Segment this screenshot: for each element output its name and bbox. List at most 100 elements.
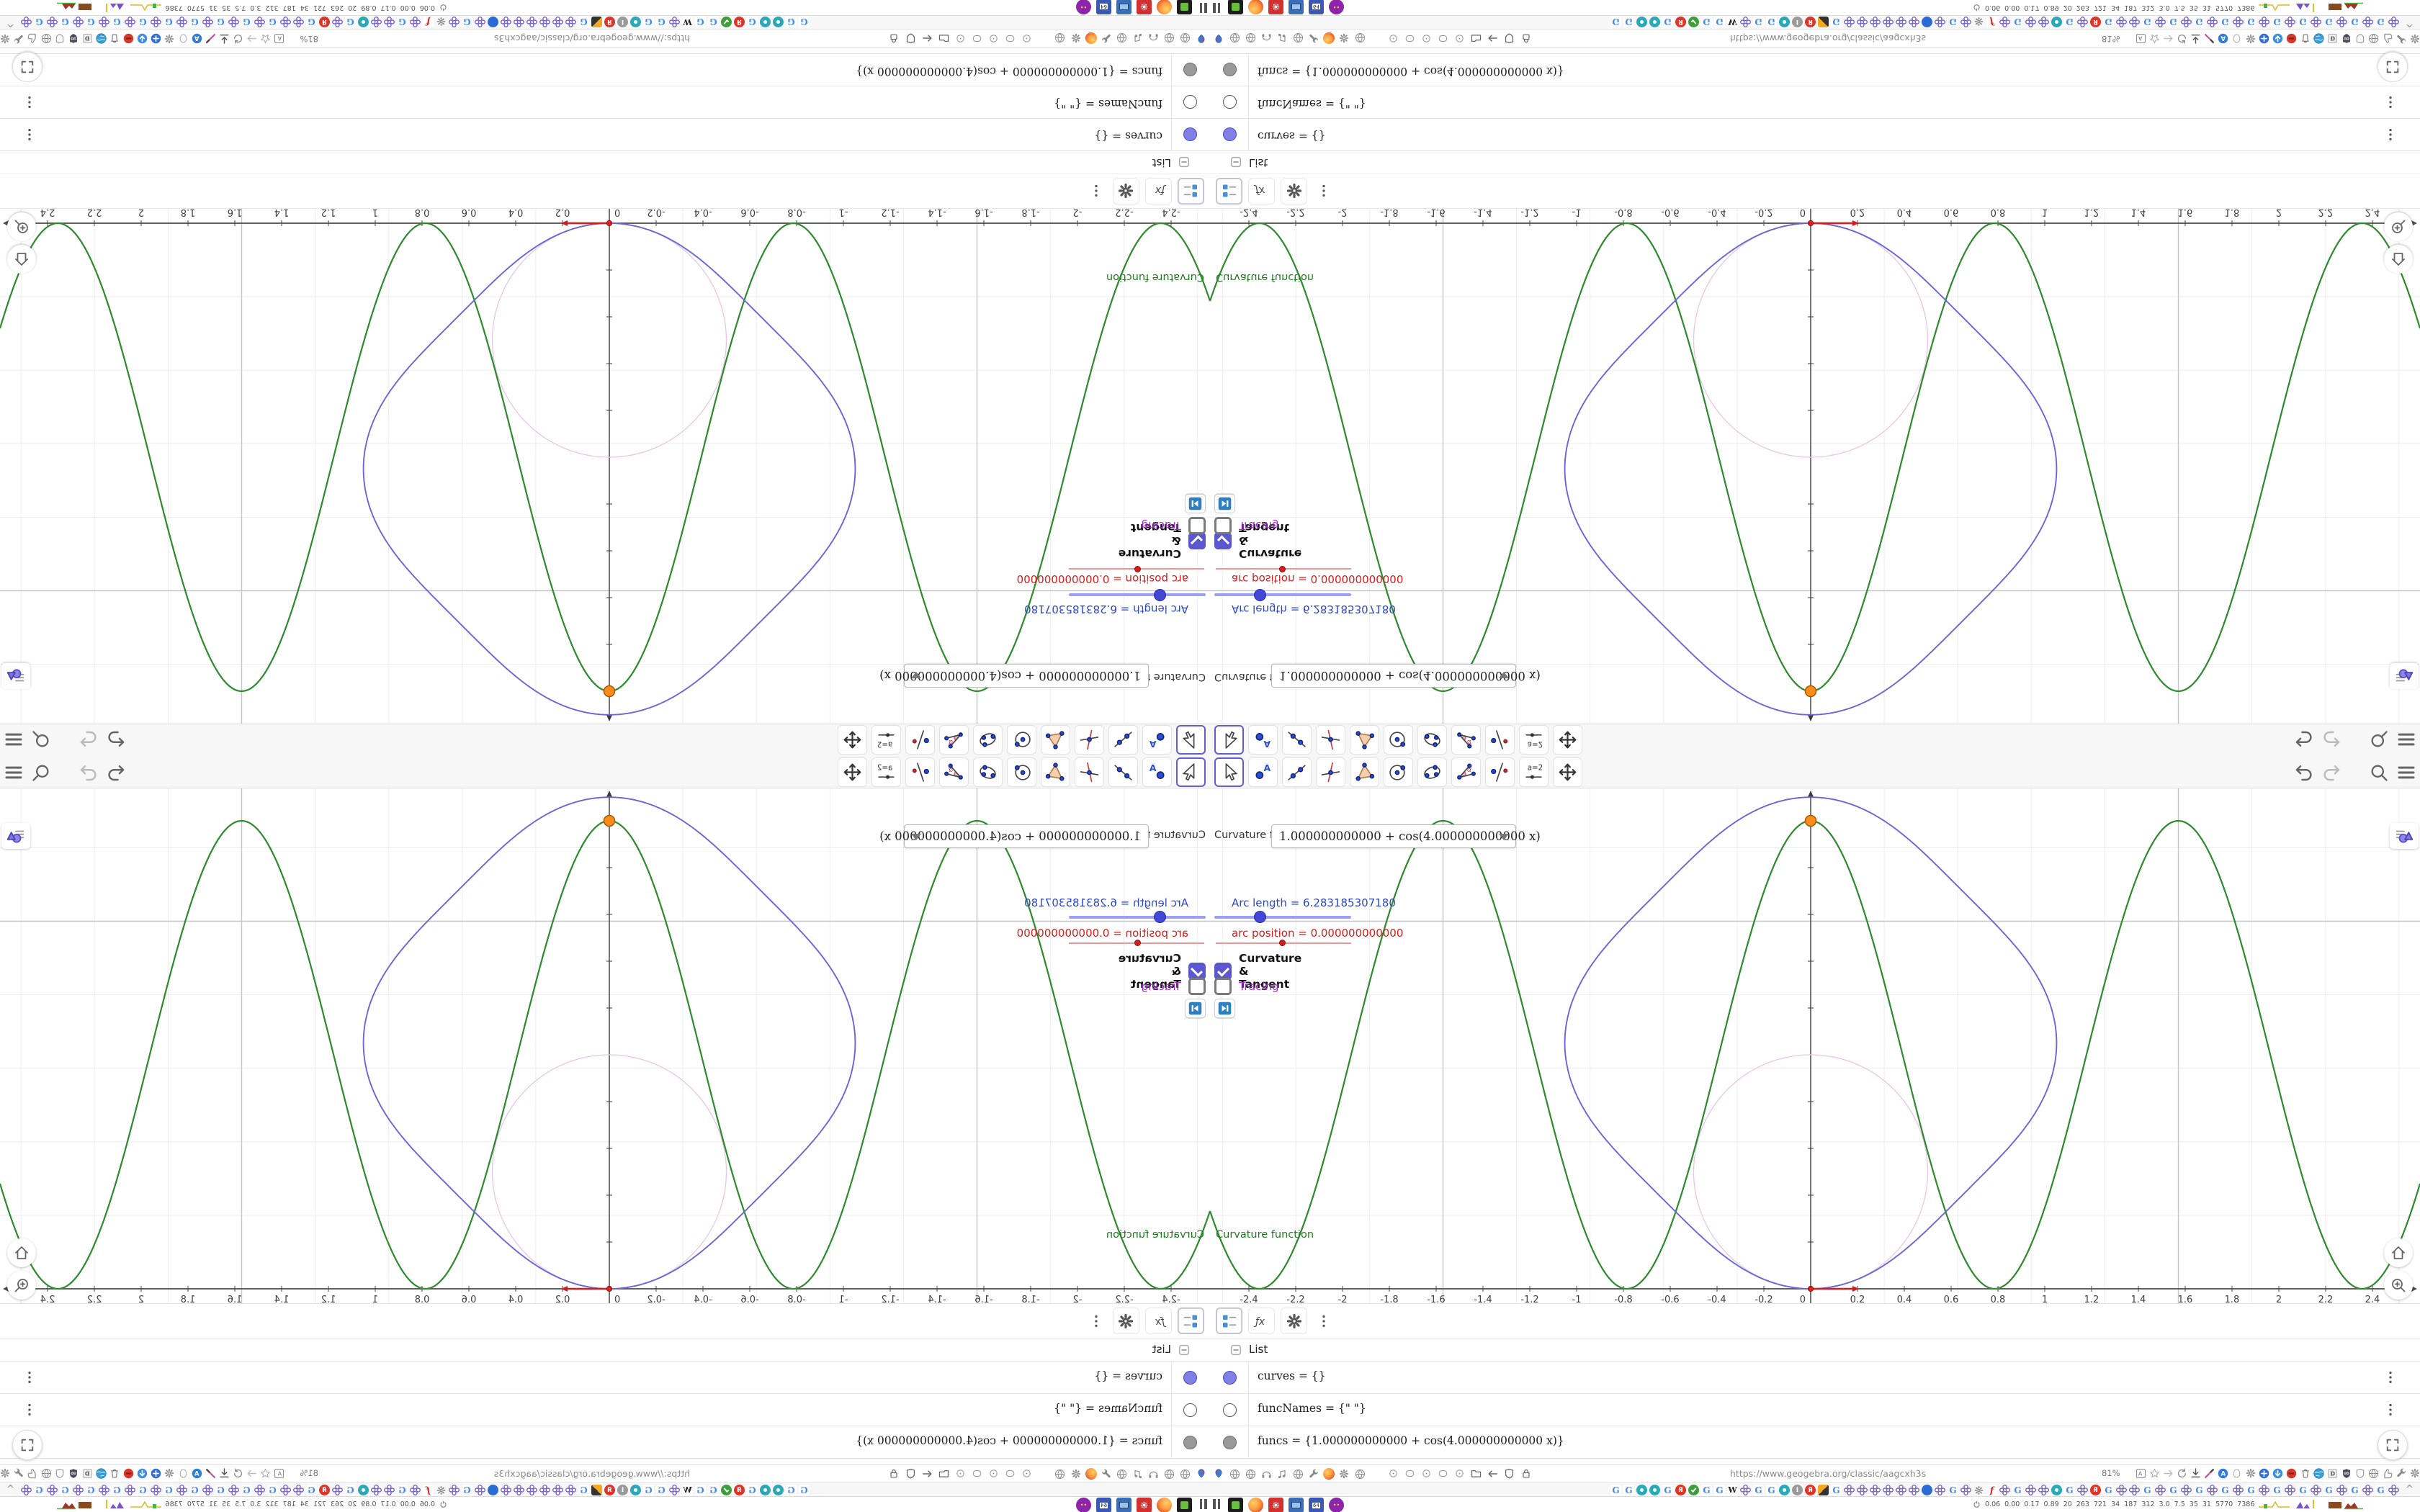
tab-favicon-ggb[interactable] xyxy=(2129,1485,2140,1495)
tab-favicon-google[interactable]: G xyxy=(2298,17,2308,27)
tab-favicon-google[interactable]: G xyxy=(643,17,654,27)
circle-dot-icon[interactable] xyxy=(1021,32,1033,45)
row-menu-kebab-icon[interactable] xyxy=(22,1402,37,1418)
shield-icon[interactable] xyxy=(905,32,917,45)
tab-favicon-google[interactable]: G xyxy=(1753,1485,1764,1495)
download-icon[interactable] xyxy=(218,1467,230,1480)
plus-blue-icon[interactable] xyxy=(150,1467,162,1480)
tab-favicon-red-f[interactable]: f xyxy=(1986,17,1997,27)
visibility-toggle[interactable] xyxy=(1223,1371,1237,1385)
arc-position-slider[interactable] xyxy=(1069,566,1204,572)
arc-length-slider[interactable] xyxy=(1069,911,1206,923)
tab-favicon-ggb[interactable] xyxy=(514,1485,524,1495)
tool-line-button[interactable] xyxy=(1108,757,1138,787)
tool-circle-button[interactable] xyxy=(1384,757,1413,787)
tab-favicon-teal[interactable] xyxy=(1649,17,1660,27)
tab-favicon-ggb[interactable] xyxy=(125,17,135,27)
trash-icon[interactable] xyxy=(109,32,121,45)
reload-icon[interactable] xyxy=(232,1467,244,1480)
more-options-button[interactable] xyxy=(1313,178,1335,204)
tab-favicon-ggb[interactable] xyxy=(2038,1485,2049,1495)
tab-favicon-ggb[interactable] xyxy=(2077,17,2088,27)
tab-favicon-red-f[interactable]: f xyxy=(423,17,434,27)
app-icon-firefox-app[interactable] xyxy=(1248,0,1263,14)
menu-icon[interactable] xyxy=(2396,762,2417,783)
collapse-group-button[interactable] xyxy=(1229,156,1242,168)
tab-favicon-teal[interactable] xyxy=(2051,17,2062,27)
tab-favicon-teal[interactable] xyxy=(358,1485,369,1495)
app-icon-floppy64[interactable]: 64 xyxy=(1309,0,1324,14)
sort-by-type-button[interactable] xyxy=(1216,1308,1242,1334)
tab-favicon-ggb[interactable] xyxy=(2077,1485,2088,1495)
pause-icon[interactable] xyxy=(1200,1499,1207,1509)
tab-favicon-google[interactable]: G xyxy=(708,1485,719,1495)
tab-favicon-yandex[interactable]: Я xyxy=(604,17,615,27)
sort-by-type-button[interactable] xyxy=(1178,178,1204,204)
tab-favicon-ggb[interactable] xyxy=(1896,17,1906,27)
globe-icon[interactable] xyxy=(1179,1467,1192,1480)
tab-favicon-ggb[interactable] xyxy=(410,1485,421,1495)
tab-favicon-google[interactable]: G xyxy=(578,17,589,27)
wrench-icon[interactable] xyxy=(2395,32,2407,45)
down-blue-icon[interactable] xyxy=(136,1467,148,1480)
collapse-group-button[interactable] xyxy=(1178,156,1191,168)
tab-favicon-ggb[interactable] xyxy=(293,1485,304,1495)
tab-favicon-blue[interactable] xyxy=(488,1485,498,1495)
tab-favicon-google[interactable]: G xyxy=(112,1485,122,1495)
globe-icon[interactable] xyxy=(1228,1467,1241,1480)
gear-ext-icon[interactable] xyxy=(2244,1467,2257,1480)
arrow-left-icon[interactable] xyxy=(1487,1467,1499,1480)
tab-favicon-wiki[interactable]: W xyxy=(1727,17,1738,27)
tab-favicon-ggb[interactable] xyxy=(565,1485,576,1495)
tab-favicon-google[interactable]: G xyxy=(2103,17,2114,27)
collapse-group-button[interactable] xyxy=(1178,1344,1191,1356)
reload-icon[interactable] xyxy=(2176,32,2188,45)
tab-favicon-ggb[interactable] xyxy=(202,1485,213,1495)
tab-favicon-ggb[interactable] xyxy=(501,1485,511,1495)
row-menu-kebab-icon[interactable] xyxy=(2383,1369,2398,1385)
app-icon-monitor[interactable] xyxy=(1289,0,1304,14)
thumb-icon[interactable] xyxy=(2381,32,2393,45)
tool-ellipse-button[interactable] xyxy=(1417,757,1447,787)
folder-icon[interactable] xyxy=(938,1467,950,1480)
tab-favicon-ggb[interactable] xyxy=(669,1485,680,1495)
tab-favicon-ggb[interactable] xyxy=(254,17,265,27)
row-menu-kebab-icon[interactable] xyxy=(2383,1402,2398,1418)
tab-favicon-google[interactable]: G xyxy=(112,17,122,27)
tool-line-button[interactable] xyxy=(1108,725,1138,755)
pause-icon[interactable] xyxy=(1213,3,1220,13)
arc-length-slider[interactable] xyxy=(1214,911,1351,923)
oval-icon[interactable] xyxy=(2231,32,2243,45)
search-icon[interactable] xyxy=(2368,729,2390,750)
arrow-left-icon[interactable] xyxy=(921,32,933,45)
globe-color-icon[interactable] xyxy=(95,32,107,45)
tab-favicon-ggb[interactable] xyxy=(280,1485,291,1495)
tab-favicon-ggb[interactable] xyxy=(2207,1485,2218,1495)
tab-favicon-google[interactable]: G xyxy=(1701,17,1712,27)
brush-icon[interactable] xyxy=(205,32,217,45)
function-plot[interactable]: -2.4 -2.2 -2 -1.8 -1.6 -1.4 -1.2 -1 -0.8 -0.6 -0.4… xyxy=(1210,209,2420,724)
globe-icon[interactable] xyxy=(40,32,53,45)
pill-icon[interactable] xyxy=(1437,32,1449,45)
tab-favicon-teal[interactable] xyxy=(1779,17,1790,27)
a-blue-icon[interactable]: A xyxy=(2217,1467,2229,1480)
tab-favicon-wiki[interactable]: W xyxy=(1727,1485,1738,1495)
tab-overflow-chevron[interactable]: ^ xyxy=(6,1484,14,1495)
thumb-icon[interactable] xyxy=(27,1467,39,1480)
address-bar-url[interactable]: https://www.geogebra.org/classic/aagcxh3… xyxy=(488,1468,690,1479)
tab-favicon-google[interactable]: G xyxy=(1610,1485,1621,1495)
tab-favicon-google[interactable]: G xyxy=(2375,1485,2386,1495)
tab-favicon-ggb[interactable] xyxy=(280,17,291,27)
tool-move-view-button[interactable] xyxy=(1553,725,1582,755)
tab-favicon-google[interactable]: G xyxy=(2246,1485,2257,1495)
headphones-icon[interactable] xyxy=(1260,32,1273,45)
algebra-row-text[interactable]: funcNames = {" "} xyxy=(1258,1402,1366,1415)
tab-favicon-ggb[interactable] xyxy=(2285,1485,2295,1495)
tab-favicon-ggb[interactable] xyxy=(1870,1485,1881,1495)
tab-favicon-google[interactable]: G xyxy=(695,1485,706,1495)
circle-dot-icon[interactable] xyxy=(1453,1467,1466,1480)
tab-favicon-ggb[interactable] xyxy=(176,1485,187,1495)
wrench-icon[interactable] xyxy=(1307,1467,1320,1480)
search-icon[interactable] xyxy=(30,729,52,750)
step-animation-button[interactable] xyxy=(1214,999,1235,1018)
